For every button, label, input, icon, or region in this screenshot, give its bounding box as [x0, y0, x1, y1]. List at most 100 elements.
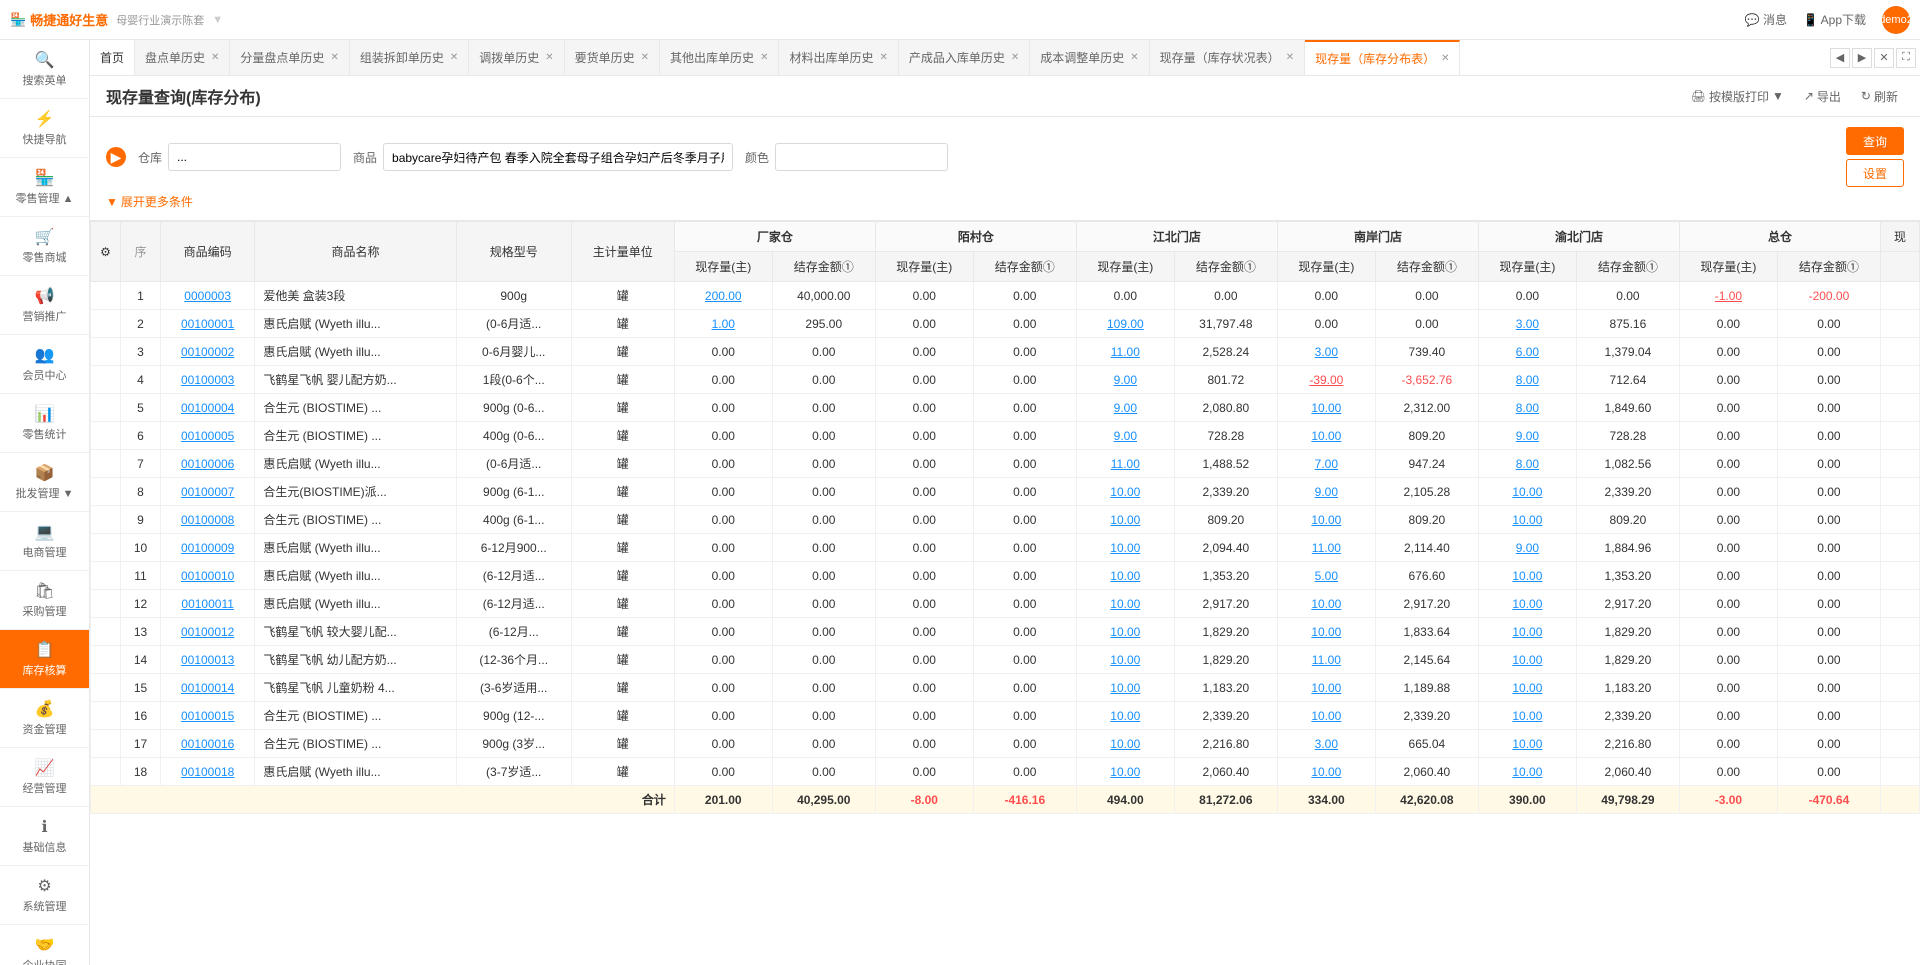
sidebar-item-system[interactable]: ⚙ 系统管理: [0, 866, 89, 925]
yubei-qty-cell[interactable]: 10.00: [1478, 674, 1576, 702]
mocun-qty-cell[interactable]: 0.00: [875, 618, 973, 646]
changsha-qty-cell[interactable]: 0.00: [674, 478, 772, 506]
changsha-qty-cell[interactable]: 0.00: [674, 562, 772, 590]
tab-expand-btn[interactable]: ⛶: [1896, 48, 1916, 68]
close-icon[interactable]: ✕: [1286, 52, 1294, 63]
tab-assemble[interactable]: 组装拆卸单历史 ✕: [350, 40, 469, 76]
tab-cost-adjust[interactable]: 成本调整单历史 ✕: [1030, 40, 1149, 76]
mocun-qty-cell[interactable]: 0.00: [875, 506, 973, 534]
jiangbei-qty-cell[interactable]: 11.00: [1076, 450, 1174, 478]
jiangbei-qty-cell[interactable]: 10.00: [1076, 758, 1174, 786]
mocun-qty-cell[interactable]: 0.00: [875, 534, 973, 562]
jiangbei-qty-cell[interactable]: 10.00: [1076, 506, 1174, 534]
yubei-qty-cell[interactable]: 10.00: [1478, 646, 1576, 674]
jiangbei-qty-cell[interactable]: 10.00: [1076, 730, 1174, 758]
user-avatar[interactable]: demo2: [1882, 6, 1910, 34]
jiangbei-qty-cell[interactable]: 11.00: [1076, 338, 1174, 366]
warehouse-input[interactable]: [168, 143, 341, 171]
tab-next-btn[interactable]: ▶: [1852, 48, 1872, 68]
total-qty-cell[interactable]: 0.00: [1680, 394, 1778, 422]
tab-other-out[interactable]: 其他出库单历史 ✕: [660, 40, 779, 76]
code-cell[interactable]: 00100002: [161, 338, 255, 366]
yubei-qty-cell[interactable]: 9.00: [1478, 534, 1576, 562]
jiangbei-qty-cell[interactable]: 10.00: [1076, 646, 1174, 674]
nanan-qty-cell[interactable]: 10.00: [1277, 702, 1375, 730]
code-cell[interactable]: 00100011: [161, 590, 255, 618]
jiangbei-qty-cell[interactable]: 10.00: [1076, 590, 1174, 618]
close-icon[interactable]: ✕: [450, 52, 458, 63]
code-cell[interactable]: 00100013: [161, 646, 255, 674]
tab-split-stocktake[interactable]: 分量盘点单历史 ✕: [230, 40, 349, 76]
refresh-btn[interactable]: ↻ 刷新: [1855, 86, 1904, 107]
jiangbei-qty-cell[interactable]: 10.00: [1076, 702, 1174, 730]
changsha-qty-cell[interactable]: 0.00: [674, 646, 772, 674]
nanan-qty-cell[interactable]: 0.00: [1277, 310, 1375, 338]
jiangbei-qty-cell[interactable]: 9.00: [1076, 394, 1174, 422]
sidebar-item-mall[interactable]: 🛒 零售商城: [0, 217, 89, 276]
code-cell[interactable]: 00100004: [161, 394, 255, 422]
setting-btn[interactable]: 设置: [1846, 159, 1904, 187]
yubei-qty-cell[interactable]: 9.00: [1478, 422, 1576, 450]
tab-stock-status[interactable]: 现存量（库存状况表）✕: [1150, 40, 1305, 76]
sidebar-item-purchase[interactable]: 🛍 采购管理: [0, 571, 89, 630]
close-icon[interactable]: ✕: [1011, 52, 1019, 63]
tab-product-in[interactable]: 产成品入库单历史 ✕: [899, 40, 1030, 76]
changsha-qty-cell[interactable]: 0.00: [674, 366, 772, 394]
total-qty-cell[interactable]: 0.00: [1680, 310, 1778, 338]
sidebar-item-retail-stat[interactable]: 📊 零售统计: [0, 394, 89, 453]
tab-requisition[interactable]: 要货单历史 ✕: [565, 40, 660, 76]
nanan-qty-cell[interactable]: 10.00: [1277, 758, 1375, 786]
changsha-qty-cell[interactable]: 0.00: [674, 702, 772, 730]
changsha-qty-cell[interactable]: 0.00: [674, 450, 772, 478]
code-cell[interactable]: 00100018: [161, 758, 255, 786]
message-btn[interactable]: 💬 消息: [1745, 11, 1787, 28]
tab-transfer[interactable]: 调拨单历史 ✕: [469, 40, 564, 76]
mocun-qty-cell[interactable]: 0.00: [875, 702, 973, 730]
total-qty-cell[interactable]: 0.00: [1680, 730, 1778, 758]
mocun-qty-cell[interactable]: 0.00: [875, 758, 973, 786]
code-cell[interactable]: 00100009: [161, 534, 255, 562]
sidebar-item-ecommerce[interactable]: 💻 电商管理: [0, 512, 89, 571]
nanan-qty-cell[interactable]: 3.00: [1277, 730, 1375, 758]
export-btn[interactable]: ↗ 导出: [1798, 86, 1847, 107]
close-icon[interactable]: ✕: [879, 52, 887, 63]
mocun-qty-cell[interactable]: 0.00: [875, 310, 973, 338]
tab-stock-dist[interactable]: 现存量（库存分布表）✕: [1305, 40, 1460, 76]
mocun-qty-cell[interactable]: 0.00: [875, 646, 973, 674]
mocun-qty-cell[interactable]: 0.00: [875, 674, 973, 702]
close-icon[interactable]: ✕: [330, 52, 338, 63]
code-cell[interactable]: 00100005: [161, 422, 255, 450]
yubei-qty-cell[interactable]: 3.00: [1478, 310, 1576, 338]
changsha-qty-cell[interactable]: 0.00: [674, 590, 772, 618]
mocun-qty-cell[interactable]: 0.00: [875, 590, 973, 618]
code-cell[interactable]: 00100014: [161, 674, 255, 702]
total-qty-cell[interactable]: 0.00: [1680, 646, 1778, 674]
product-input[interactable]: [383, 143, 733, 171]
changsha-qty-cell[interactable]: 0.00: [674, 758, 772, 786]
tab-material-out[interactable]: 材料出库单历史 ✕: [779, 40, 898, 76]
sidebar-item-member[interactable]: 👥 会员中心: [0, 335, 89, 394]
yubei-qty-cell[interactable]: 10.00: [1478, 506, 1576, 534]
sidebar-item-basic[interactable]: ℹ 基础信息: [0, 807, 89, 866]
close-icon[interactable]: ✕: [1441, 53, 1449, 64]
total-qty-cell[interactable]: 0.00: [1680, 674, 1778, 702]
yubei-qty-cell[interactable]: 10.00: [1478, 758, 1576, 786]
total-qty-cell[interactable]: 0.00: [1680, 366, 1778, 394]
mocun-qty-cell[interactable]: 0.00: [875, 394, 973, 422]
close-icon[interactable]: ✕: [211, 52, 219, 63]
changsha-qty-cell[interactable]: 0.00: [674, 394, 772, 422]
sidebar-item-marketing[interactable]: 📢 营销推广: [0, 276, 89, 335]
code-cell[interactable]: 00100003: [161, 366, 255, 394]
color-input[interactable]: [775, 143, 948, 171]
sidebar-item-wholesale[interactable]: 📦 批发管理 ▼: [0, 453, 89, 512]
code-cell[interactable]: 00100008: [161, 506, 255, 534]
mocun-qty-cell[interactable]: 0.00: [875, 450, 973, 478]
mocun-qty-cell[interactable]: 0.00: [875, 730, 973, 758]
filter-toggle-btn[interactable]: ▶: [106, 147, 126, 167]
nanan-qty-cell[interactable]: 10.00: [1277, 618, 1375, 646]
total-qty-cell[interactable]: 0.00: [1680, 590, 1778, 618]
total-qty-cell[interactable]: 0.00: [1680, 422, 1778, 450]
code-cell[interactable]: 00100007: [161, 478, 255, 506]
sidebar-item-retail[interactable]: 🏪 零售管理 ▲: [0, 158, 89, 217]
sidebar-item-nav[interactable]: ⚡ 快捷导航: [0, 99, 89, 158]
